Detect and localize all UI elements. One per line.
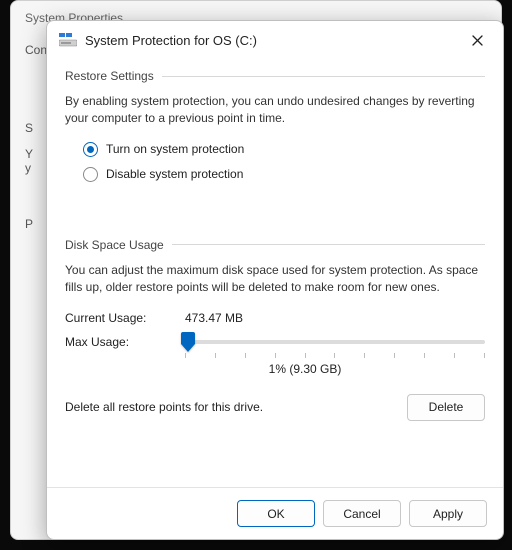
group-label: Restore Settings	[65, 69, 154, 83]
current-usage-row: Current Usage: 473.47 MB	[65, 311, 485, 325]
titlebar: System Protection for OS (C:)	[47, 21, 503, 57]
button-label: Cancel	[343, 507, 380, 521]
slider-ticks	[185, 353, 485, 358]
radio-turn-on[interactable]: Turn on system protection	[83, 142, 485, 157]
disk-space-group: Disk Space Usage	[65, 238, 485, 252]
radio-disable[interactable]: Disable system protection	[83, 167, 485, 182]
slider-readout: 1% (9.30 GB)	[125, 362, 485, 376]
max-usage-label: Max Usage:	[65, 335, 185, 349]
dialog-title: System Protection for OS (C:)	[85, 33, 455, 48]
delete-description: Delete all restore points for this drive…	[65, 400, 407, 414]
system-protection-dialog: System Protection for OS (C:) Restore Se…	[46, 20, 504, 540]
group-label: Disk Space Usage	[65, 238, 164, 252]
button-label: Apply	[433, 507, 463, 521]
current-usage-label: Current Usage:	[65, 311, 185, 325]
cancel-button[interactable]: Cancel	[323, 500, 401, 527]
dialog-footer: OK Cancel Apply	[47, 487, 503, 539]
dialog-content: Restore Settings By enabling system prot…	[47, 57, 503, 487]
parent-tab-fragment: Con	[25, 43, 47, 57]
radio-icon	[83, 142, 98, 157]
button-label: Delete	[429, 400, 464, 414]
radio-icon	[83, 167, 98, 182]
slider-track[interactable]	[185, 340, 485, 344]
radio-label: Turn on system protection	[106, 142, 244, 156]
close-icon	[472, 35, 483, 46]
restore-description: By enabling system protection, you can u…	[65, 93, 485, 128]
disk-description: You can adjust the maximum disk space us…	[65, 262, 485, 297]
slider-thumb[interactable]	[181, 332, 195, 352]
current-usage-value: 473.47 MB	[185, 311, 243, 325]
delete-row: Delete all restore points for this drive…	[65, 394, 485, 421]
apply-button[interactable]: Apply	[409, 500, 487, 527]
delete-button[interactable]: Delete	[407, 394, 485, 421]
radio-label: Disable system protection	[106, 167, 243, 181]
close-button[interactable]	[463, 29, 491, 51]
ok-button[interactable]: OK	[237, 500, 315, 527]
drive-icon	[59, 33, 77, 47]
max-usage-slider[interactable]: Max Usage:	[65, 335, 485, 349]
restore-settings-group: Restore Settings	[65, 69, 485, 83]
button-label: OK	[267, 507, 284, 521]
